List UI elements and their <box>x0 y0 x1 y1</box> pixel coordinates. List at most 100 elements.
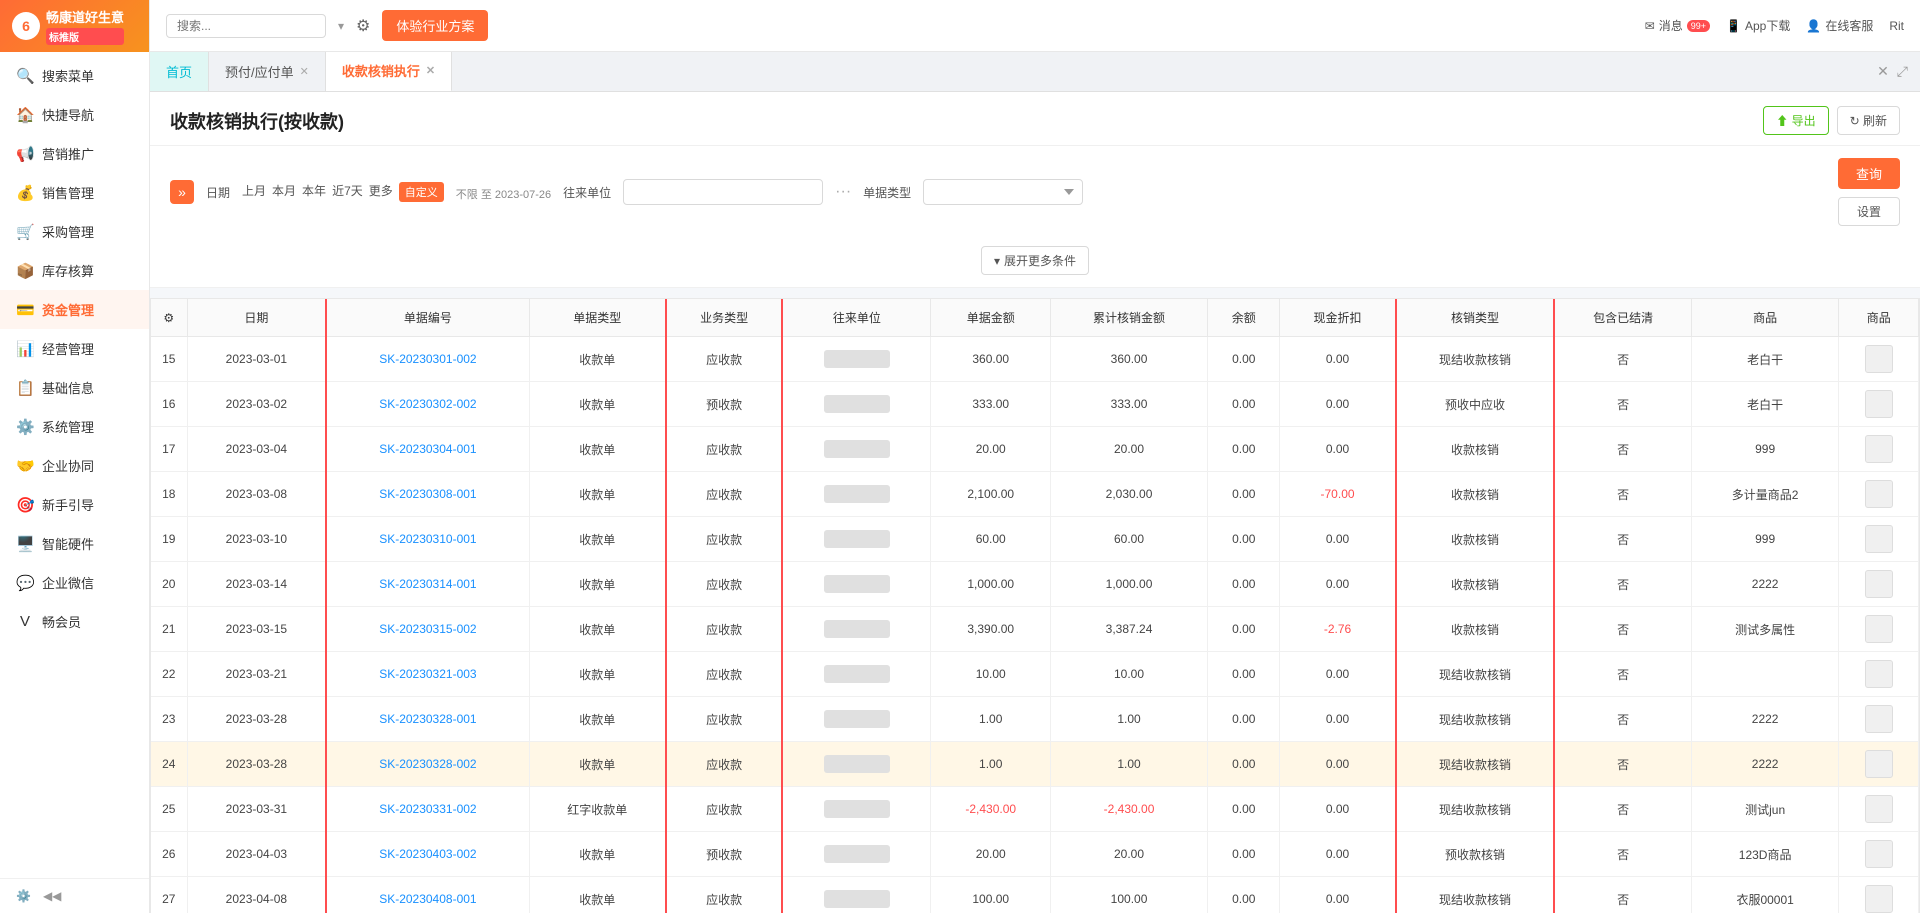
voucher-no-link[interactable]: SK-20230302-002 <box>379 397 476 411</box>
sidebar-item-purchase[interactable]: 🛒 采购管理 <box>0 212 149 251</box>
sidebar-item-wechat[interactable]: 💬 企业微信 <box>0 563 149 602</box>
filter-this-month[interactable]: 本月 <box>272 182 296 202</box>
cell-cash-discount: 0.00 <box>1280 517 1396 562</box>
tab-collection-close-icon[interactable]: ✕ <box>426 64 435 77</box>
cell-no: 20 <box>151 562 187 607</box>
sidebar-item-sales[interactable]: 💰 销售管理 <box>0 173 149 212</box>
filter-date-range: 不限 至 2023-07-26 <box>456 186 551 202</box>
tab-home[interactable]: 首页 <box>150 52 209 92</box>
sidebar-item-member[interactable]: V 畅会员 <box>0 602 149 641</box>
message-icon: ✉ <box>1645 19 1655 33</box>
tab-collection[interactable]: 收款核销执行 ✕ <box>326 52 452 92</box>
cell-voucher-no[interactable]: SK-20230304-001 <box>326 427 529 472</box>
sidebar-item-inventory[interactable]: 📦 库存核算 <box>0 251 149 290</box>
search-input[interactable] <box>166 14 326 38</box>
cell-write-off-type: 现结收款核销 <box>1396 742 1555 787</box>
cell-product: 衣服00001 <box>1691 877 1839 913</box>
voucher-no-link[interactable]: SK-20230301-002 <box>379 352 476 366</box>
filter-settings-button[interactable]: 设置 <box>1838 197 1900 226</box>
filter-7days[interactable]: 近7天 <box>332 182 363 202</box>
voucher-no-link[interactable]: SK-20230314-001 <box>379 577 476 591</box>
voucher-no-link[interactable]: SK-20230310-001 <box>379 532 476 546</box>
filter-expand-button[interactable]: » <box>170 180 194 204</box>
filter-counterparty-input[interactable] <box>623 179 823 205</box>
voucher-no-link[interactable]: SK-20230328-002 <box>379 757 476 771</box>
table-row: 172023-03-04SK-20230304-001收款单应收款 20.002… <box>151 427 1919 472</box>
settings-icon[interactable]: ⚙️ <box>16 889 31 903</box>
th-settings[interactable]: ⚙ <box>151 299 187 337</box>
cell-voucher-no[interactable]: SK-20230328-002 <box>326 742 529 787</box>
cell-cash-discount: -2.76 <box>1280 607 1396 652</box>
sidebar-item-finance[interactable]: 💳 资金管理 <box>0 290 149 329</box>
tab-maximize-button[interactable]: ⤢ <box>1897 63 1908 80</box>
cell-include-settled: 否 <box>1554 382 1691 427</box>
cell-voucher-no[interactable]: SK-20230403-002 <box>326 832 529 877</box>
column-settings-icon[interactable]: ⚙ <box>163 311 174 325</box>
cell-voucher-no[interactable]: SK-20230331-002 <box>326 787 529 832</box>
cell-voucher-no[interactable]: SK-20230302-002 <box>326 382 529 427</box>
cell-voucher-no[interactable]: SK-20230314-001 <box>326 562 529 607</box>
filter-custom-button[interactable]: 自定义 <box>399 182 444 202</box>
cell-voucher-no[interactable]: SK-20230321-003 <box>326 652 529 697</box>
cell-voucher-no[interactable]: SK-20230301-002 <box>326 337 529 382</box>
user-name[interactable]: Rit <box>1889 19 1904 33</box>
industry-solution-button[interactable]: 体验行业方案 <box>382 10 488 41</box>
sidebar-item-search[interactable]: 🔍 搜索菜单 <box>0 56 149 95</box>
voucher-no-link[interactable]: SK-20230408-001 <box>379 892 476 906</box>
sidebar-item-operation[interactable]: 📊 经营管理 <box>0 329 149 368</box>
sidebar-item-shortcut[interactable]: 🏠 快捷导航 <box>0 95 149 134</box>
tab-payable-label: 预付/应付单 <box>225 62 294 81</box>
cell-no: 26 <box>151 832 187 877</box>
voucher-no-link[interactable]: SK-20230321-003 <box>379 667 476 681</box>
cell-balance: 0.00 <box>1208 787 1280 832</box>
export-button[interactable]: ⬆ 导出 <box>1763 106 1828 135</box>
cell-voucher-no[interactable]: SK-20230315-002 <box>326 607 529 652</box>
sidebar-item-marketing[interactable]: 📢 营销推广 <box>0 134 149 173</box>
cell-voucher-no[interactable]: SK-20230310-001 <box>326 517 529 562</box>
filter-more-conditions-button[interactable]: ▾ 展开更多条件 <box>981 246 1089 275</box>
box-icon: 📦 <box>16 262 34 280</box>
collapse-icon[interactable]: ◀◀ <box>43 889 61 903</box>
tab-payable-close-icon[interactable]: ✕ <box>300 65 309 78</box>
cell-counterparty <box>782 562 931 607</box>
tab-close-all-button[interactable]: ✕ <box>1877 63 1889 80</box>
cell-product2 <box>1839 517 1919 562</box>
sidebar-item-guide[interactable]: 🎯 新手引导 <box>0 485 149 524</box>
cell-product: 多计量商品2 <box>1691 472 1839 517</box>
cell-voucher-type: 收款单 <box>529 832 666 877</box>
sidebar-item-label: 经营管理 <box>42 339 94 358</box>
tab-payable[interactable]: 预付/应付单 ✕ <box>209 52 326 92</box>
cell-cumulative: 10.00 <box>1050 652 1207 697</box>
refresh-button[interactable]: ↻ 刷新 <box>1837 106 1900 135</box>
search-icon: 🔍 <box>16 67 34 85</box>
cell-voucher-no[interactable]: SK-20230408-001 <box>326 877 529 913</box>
filter-date-label: 日期 <box>206 184 230 201</box>
sidebar-item-basic[interactable]: 📋 基础信息 <box>0 368 149 407</box>
sidebar-item-enterprise[interactable]: 🤝 企业协同 <box>0 446 149 485</box>
voucher-no-link[interactable]: SK-20230308-001 <box>379 487 476 501</box>
filter-more[interactable]: 更多 <box>369 182 393 202</box>
voucher-no-link[interactable]: SK-20230328-001 <box>379 712 476 726</box>
dropdown-arrow-icon: ▾ <box>338 19 344 33</box>
cell-voucher-no[interactable]: SK-20230328-001 <box>326 697 529 742</box>
chat-icon: 💬 <box>16 574 34 592</box>
voucher-no-link[interactable]: SK-20230331-002 <box>379 802 476 816</box>
voucher-no-link[interactable]: SK-20230304-001 <box>379 442 476 456</box>
cell-product: 老白干 <box>1691 337 1839 382</box>
filter-query-button[interactable]: 查询 <box>1838 158 1900 189</box>
sidebar-item-system[interactable]: ⚙️ 系统管理 <box>0 407 149 446</box>
topbar-gear-icon[interactable]: ⚙ <box>356 16 370 36</box>
sidebar-item-label: 企业微信 <box>42 573 94 592</box>
filter-voucher-type-select[interactable] <box>923 179 1083 205</box>
voucher-no-link[interactable]: SK-20230403-002 <box>379 847 476 861</box>
cell-no: 21 <box>151 607 187 652</box>
filter-this-year[interactable]: 本年 <box>302 182 326 202</box>
voucher-no-link[interactable]: SK-20230315-002 <box>379 622 476 636</box>
filter-last-month[interactable]: 上月 <box>242 182 266 202</box>
app-download-button[interactable]: 📱 App下载 <box>1726 17 1790 34</box>
cell-date: 2023-03-28 <box>187 697 326 742</box>
sidebar-item-hardware[interactable]: 🖥️ 智能硬件 <box>0 524 149 563</box>
online-service-button[interactable]: 👤 在线客服 <box>1806 17 1873 34</box>
message-button[interactable]: ✉ 消息 99+ <box>1645 17 1710 34</box>
cell-voucher-no[interactable]: SK-20230308-001 <box>326 472 529 517</box>
